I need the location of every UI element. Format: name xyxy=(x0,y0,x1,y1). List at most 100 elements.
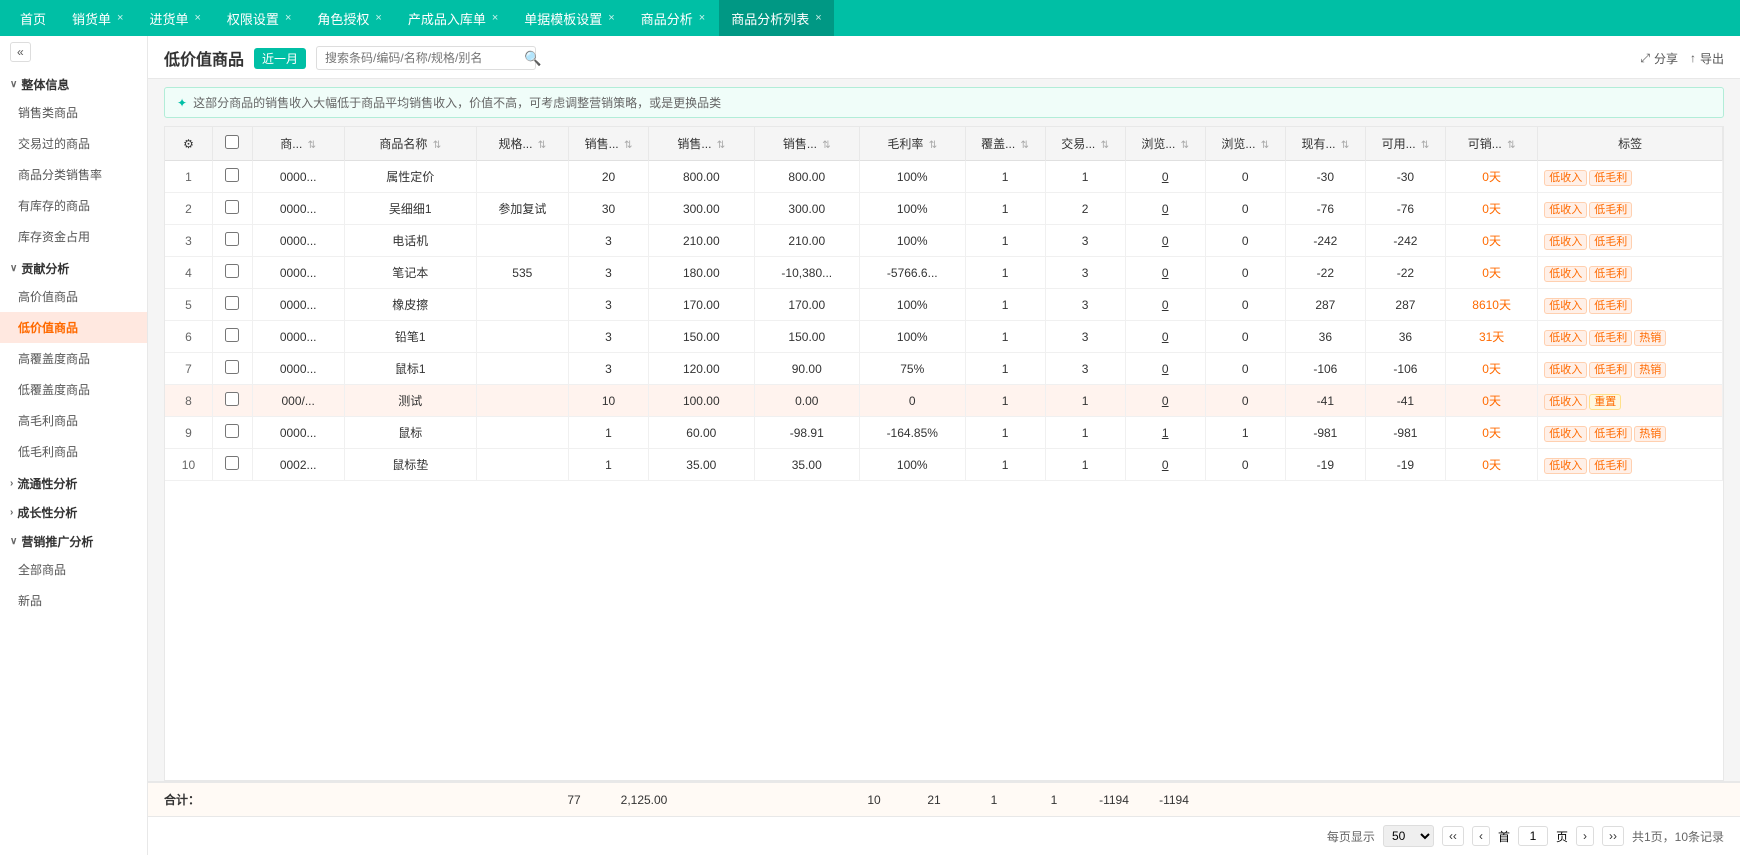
nav-home[interactable]: 首页 xyxy=(8,0,58,36)
row-view1[interactable]: 1 xyxy=(1125,417,1205,449)
page-last-btn[interactable]: ›› xyxy=(1602,826,1624,846)
col-sale-amount[interactable]: 销售... ⇅ xyxy=(754,127,859,161)
col-settings[interactable]: ⚙ xyxy=(165,127,212,161)
row-view1[interactable]: 0 xyxy=(1125,225,1205,257)
sidebar-item-low-coverage[interactable]: 低覆盖度商品 xyxy=(0,374,147,405)
share-btn[interactable]: ⤢ 分享 xyxy=(1640,50,1678,67)
row-checkbox[interactable] xyxy=(225,424,239,438)
col-saleable[interactable]: 可销... ⇅ xyxy=(1445,127,1537,161)
col-name[interactable]: 商品名称 ⇅ xyxy=(344,127,476,161)
col-code[interactable]: 商... ⇅ xyxy=(252,127,344,161)
row-checkbox[interactable] xyxy=(225,360,239,374)
sidebar-collapse-btn[interactable]: « xyxy=(10,42,31,62)
view1-link[interactable]: 0 xyxy=(1162,298,1169,312)
sidebar-item-stock-goods[interactable]: 有库存的商品 xyxy=(0,190,147,221)
page-size-select[interactable]: 50 100 200 xyxy=(1383,825,1434,847)
col-available[interactable]: 可用... ⇅ xyxy=(1365,127,1445,161)
col-current-stock[interactable]: 现有... ⇅ xyxy=(1285,127,1365,161)
nav-product-analysis[interactable]: 商品分析 × xyxy=(629,0,717,36)
row-num: 9 xyxy=(165,417,212,449)
row-checkbox[interactable] xyxy=(225,264,239,278)
page-prev-btn[interactable]: ‹ xyxy=(1472,826,1490,846)
nav-product-in[interactable]: 产成品入库单 × xyxy=(396,0,510,36)
close-icon[interactable]: × xyxy=(699,12,705,24)
export-btn[interactable]: ↑ 导出 xyxy=(1690,50,1724,67)
nav-purchase[interactable]: 进货单 × xyxy=(137,0,212,36)
col-trade[interactable]: 交易... ⇅ xyxy=(1045,127,1125,161)
view1-link[interactable]: 0 xyxy=(1162,330,1169,344)
sidebar-group-marketing[interactable]: ∨ 营销推广分析 xyxy=(0,525,147,554)
row-view1[interactable]: 0 xyxy=(1125,289,1205,321)
row-view1[interactable]: 0 xyxy=(1125,449,1205,481)
row-current-stock: -76 xyxy=(1285,193,1365,225)
row-checkbox[interactable] xyxy=(225,200,239,214)
page-next-btn[interactable]: › xyxy=(1576,826,1594,846)
view1-link[interactable]: 0 xyxy=(1162,202,1169,216)
sidebar-item-sales-goods[interactable]: 销售类商品 xyxy=(0,97,147,128)
col-sale-price[interactable]: 销售... ⇅ xyxy=(649,127,754,161)
col-coverage[interactable]: 覆盖... ⇅ xyxy=(965,127,1045,161)
sidebar-item-new-goods[interactable]: 新品 xyxy=(0,585,147,616)
nav-role[interactable]: 角色授权 × xyxy=(305,0,393,36)
close-icon[interactable]: × xyxy=(194,12,200,24)
row-view1[interactable]: 0 xyxy=(1125,321,1205,353)
view1-link[interactable]: 0 xyxy=(1162,234,1169,248)
table-row: 8000/...测试10100.000.0001100-41-410天低收入重置 xyxy=(165,385,1723,417)
row-checkbox[interactable] xyxy=(225,296,239,310)
row-view1[interactable]: 0 xyxy=(1125,161,1205,193)
nav-template[interactable]: 单据模板设置 × xyxy=(512,0,626,36)
sidebar-group-growth[interactable]: › 成长性分析 xyxy=(0,496,147,525)
sidebar-item-all-goods[interactable]: 全部商品 xyxy=(0,554,147,585)
close-icon[interactable]: × xyxy=(375,12,381,24)
saleable-days: 0天 xyxy=(1482,202,1501,216)
col-view1[interactable]: 浏览... ⇅ xyxy=(1125,127,1205,161)
sidebar-group-overall[interactable]: ∨ 整体信息 xyxy=(0,68,147,97)
nav-permission[interactable]: 权限设置 × xyxy=(215,0,303,36)
page-first-btn[interactable]: ‹‹ xyxy=(1442,826,1464,846)
close-icon[interactable]: × xyxy=(815,12,821,24)
sidebar-item-low-value[interactable]: 低价值商品 xyxy=(0,312,147,343)
sidebar-group-circulation[interactable]: › 流通性分析 xyxy=(0,467,147,496)
col-spec[interactable]: 规格... ⇅ xyxy=(476,127,568,161)
row-view1[interactable]: 0 xyxy=(1125,385,1205,417)
view1-link[interactable]: 0 xyxy=(1162,394,1169,408)
sidebar-group-contribution[interactable]: ∨ 贡献分析 xyxy=(0,252,147,281)
nav-sales[interactable]: 销货单 × xyxy=(60,0,135,36)
sidebar-item-high-profit[interactable]: 高毛利商品 xyxy=(0,405,147,436)
sidebar-item-high-value[interactable]: 高价值商品 xyxy=(0,281,147,312)
search-input[interactable] xyxy=(316,46,536,70)
row-checkbox[interactable] xyxy=(225,456,239,470)
sidebar-item-high-coverage[interactable]: 高覆盖度商品 xyxy=(0,343,147,374)
time-tag-btn[interactable]: 近一月 xyxy=(254,48,306,69)
close-icon[interactable]: × xyxy=(492,12,498,24)
view1-link[interactable]: 0 xyxy=(1162,170,1169,184)
select-all-checkbox[interactable] xyxy=(225,135,239,149)
sidebar-item-traded[interactable]: 交易过的商品 xyxy=(0,128,147,159)
close-icon[interactable]: × xyxy=(608,12,614,24)
row-checkbox[interactable] xyxy=(225,328,239,342)
sidebar-item-stock-capital[interactable]: 库存资金占用 xyxy=(0,221,147,252)
row-checkbox[interactable] xyxy=(225,168,239,182)
col-sale-qty[interactable]: 销售... ⇅ xyxy=(568,127,648,161)
row-checkbox[interactable] xyxy=(225,392,239,406)
nav-product-analysis-list[interactable]: 商品分析列表 × xyxy=(719,0,833,36)
close-icon[interactable]: × xyxy=(285,12,291,24)
view1-link[interactable]: 0 xyxy=(1162,458,1169,472)
view1-link[interactable]: 1 xyxy=(1162,426,1169,440)
col-profit-rate[interactable]: 毛利率 ⇅ xyxy=(860,127,965,161)
view1-link[interactable]: 0 xyxy=(1162,266,1169,280)
view1-link[interactable]: 0 xyxy=(1162,362,1169,376)
sidebar-item-category-rate[interactable]: 商品分类销售率 xyxy=(0,159,147,190)
table-row: 10000...属性定价20800.00800.00100%1100-30-30… xyxy=(165,161,1723,193)
page-number-input[interactable] xyxy=(1518,826,1548,846)
row-view1[interactable]: 0 xyxy=(1125,193,1205,225)
row-trade: 1 xyxy=(1045,417,1125,449)
row-view1[interactable]: 0 xyxy=(1125,353,1205,385)
row-trade: 1 xyxy=(1045,449,1125,481)
sidebar-item-low-profit[interactable]: 低毛利商品 xyxy=(0,436,147,467)
row-view1[interactable]: 0 xyxy=(1125,257,1205,289)
row-checkbox[interactable] xyxy=(225,232,239,246)
search-icon[interactable]: 🔍 xyxy=(524,50,541,67)
col-view2[interactable]: 浏览... ⇅ xyxy=(1205,127,1285,161)
close-icon[interactable]: × xyxy=(117,12,123,24)
